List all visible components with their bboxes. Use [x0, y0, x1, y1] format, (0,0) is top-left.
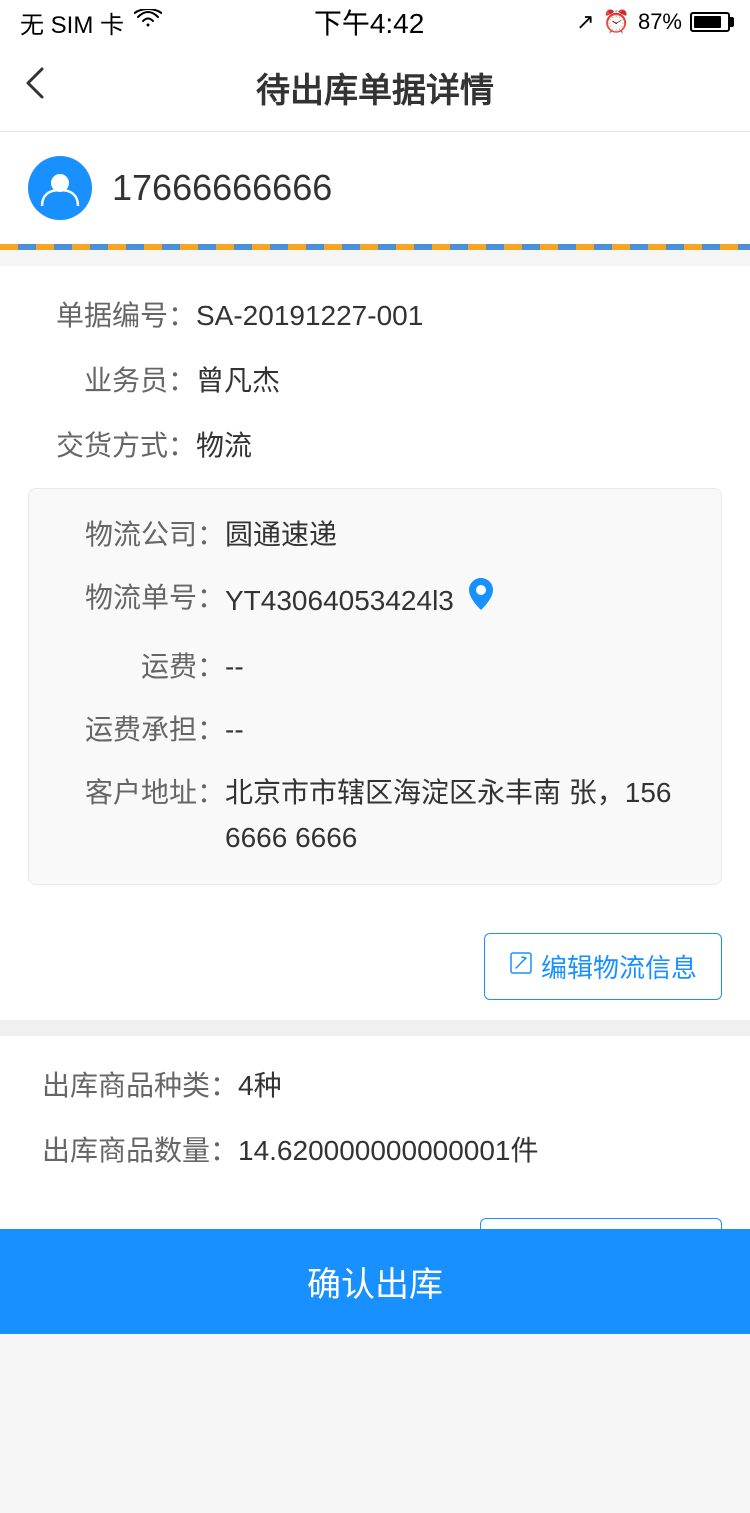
product-quantity-value: 14.620000000000001件	[238, 1129, 722, 1174]
alarm-icon: ⏰	[603, 9, 630, 35]
address-value: 北京市市辖区海淀区永丰南 张，156 6666 6666	[225, 771, 693, 861]
status-left: 无 SIM 卡	[20, 5, 162, 40]
status-right: ↗ ⏰ 87%	[576, 9, 730, 35]
confirm-btn-container: 确认出库	[0, 1229, 750, 1334]
logistics-company-value: 圆通速递	[225, 513, 693, 558]
page-title: 待出库单据详情	[256, 63, 494, 112]
delivery-method-row: 交货方式： 物流	[28, 424, 722, 469]
document-number-label: 单据编号：	[28, 294, 196, 339]
nav-bar: 待出库单据详情	[0, 44, 750, 132]
freight-bearer-label: 运费承担：	[57, 708, 225, 753]
battery-percent: 87%	[638, 9, 682, 35]
tracking-number-row: 物流单号： YT43064053424l3	[57, 576, 693, 627]
logistics-card: 物流公司： 圆通速递 物流单号： YT43064053424l3 运费： -- …	[28, 488, 722, 885]
edit-btn-row: 编辑物流信息	[0, 913, 750, 1020]
edit-icon	[509, 951, 533, 982]
document-number-row: 单据编号： SA-20191227-001	[28, 294, 722, 339]
logistics-company-row: 物流公司： 圆通速递	[57, 513, 693, 558]
delivery-method-label: 交货方式：	[28, 424, 196, 469]
bottom-spacer	[0, 1313, 750, 1513]
tracking-number-label: 物流单号：	[57, 576, 225, 621]
location-icon: ↗	[576, 9, 594, 35]
back-button[interactable]	[24, 65, 46, 110]
basic-info-section: 单据编号： SA-20191227-001 业务员： 曾凡杰 交货方式： 物流 …	[0, 266, 750, 913]
battery-icon	[690, 12, 730, 32]
salesperson-value: 曾凡杰	[196, 359, 722, 404]
carrier-text: 无 SIM 卡	[20, 5, 124, 40]
delivery-method-value: 物流	[196, 424, 722, 469]
address-label: 客户地址：	[57, 771, 225, 816]
salesperson-label: 业务员：	[28, 359, 196, 404]
map-pin-icon[interactable]	[466, 576, 496, 627]
freight-value: --	[225, 645, 693, 690]
product-category-value: 4种	[238, 1064, 722, 1109]
status-bar: 无 SIM 卡 下午4:42 ↗ ⏰ 87%	[0, 0, 750, 44]
address-row: 客户地址： 北京市市辖区海淀区永丰南 张，156 6666 6666	[57, 771, 693, 861]
document-number-value: SA-20191227-001	[196, 294, 722, 339]
tracking-number-value: YT43064053424l3	[225, 576, 693, 627]
edit-logistics-button[interactable]: 编辑物流信息	[484, 933, 722, 1000]
freight-bearer-value: --	[225, 708, 693, 753]
freight-label: 运费：	[57, 645, 225, 690]
product-category-row: 出库商品种类： 4种	[28, 1064, 722, 1109]
product-category-label: 出库商品种类：	[28, 1064, 238, 1109]
wifi-icon	[134, 8, 162, 36]
dashed-divider	[0, 244, 750, 250]
product-quantity-label: 出库商品数量：	[28, 1129, 238, 1174]
edit-logistics-label: 编辑物流信息	[541, 948, 697, 985]
avatar	[28, 156, 92, 220]
section-divider	[0, 1020, 750, 1036]
salesperson-row: 业务员： 曾凡杰	[28, 359, 722, 404]
product-info-section: 出库商品种类： 4种 出库商品数量： 14.620000000000001件	[0, 1036, 750, 1202]
time-display: 下午4:42	[314, 2, 425, 42]
product-quantity-row: 出库商品数量： 14.620000000000001件	[28, 1129, 722, 1174]
freight-bearer-row: 运费承担： --	[57, 708, 693, 753]
customer-header: 17666666666	[0, 132, 750, 244]
customer-phone: 17666666666	[112, 167, 332, 209]
confirm-outbound-button[interactable]: 确认出库	[0, 1257, 750, 1306]
logistics-company-label: 物流公司：	[57, 513, 225, 558]
freight-row: 运费： --	[57, 645, 693, 690]
